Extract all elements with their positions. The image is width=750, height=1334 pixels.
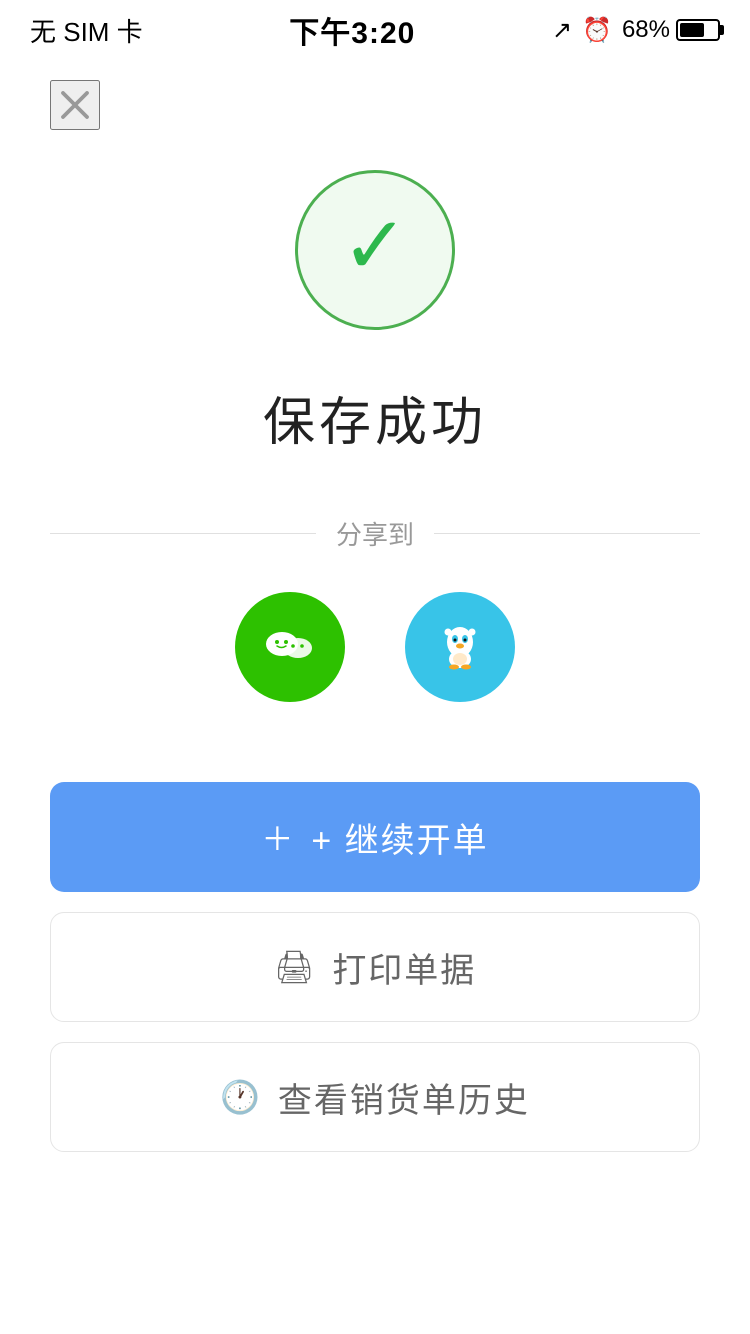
qq-share-button[interactable] xyxy=(405,592,515,702)
share-divider: 分享到 xyxy=(50,515,700,552)
location-icon: ↗ xyxy=(552,16,572,45)
print-button[interactable]: 🖨 打印单据 xyxy=(50,912,700,1022)
plus-icon: ＋ xyxy=(261,814,295,860)
wechat-icon xyxy=(259,616,321,678)
success-icon-circle: ✓ xyxy=(295,170,455,330)
battery-percent: 68% xyxy=(622,16,670,44)
qq-icon xyxy=(429,616,491,678)
alarm-icon: ⏰ xyxy=(582,16,612,45)
divider-right xyxy=(434,533,700,534)
continue-order-button[interactable]: ＋ + 继续开单 xyxy=(50,782,700,892)
history-button[interactable]: 🕐 查看销货单历史 xyxy=(50,1042,700,1152)
main-content: ✓ 保存成功 分享到 xyxy=(0,60,750,1152)
status-bar: 无 SIM 卡 下午3:20 ↗ ⏰ 68% xyxy=(0,0,750,60)
status-right: ↗ ⏰ 68% xyxy=(552,16,720,45)
checkmark-icon: ✓ xyxy=(341,206,408,286)
battery: 68% xyxy=(622,16,720,44)
print-icon: 🖨 xyxy=(274,948,317,986)
share-label: 分享到 xyxy=(336,515,414,552)
divider-left xyxy=(50,533,316,534)
close-button[interactable] xyxy=(50,80,100,130)
action-buttons: ＋ + 继续开单 🖨 打印单据 🕐 查看销货单历史 xyxy=(50,782,700,1152)
print-label: 打印单据 xyxy=(332,943,476,992)
status-time: 下午3:20 xyxy=(289,8,415,52)
clock-icon: 🕐 xyxy=(220,1078,262,1116)
battery-icon xyxy=(676,19,720,41)
status-left: 无 SIM 卡 xyxy=(30,12,153,49)
success-title: 保存成功 xyxy=(263,380,487,455)
history-label: 查看销货单历史 xyxy=(278,1073,530,1122)
share-icons-row xyxy=(235,592,515,702)
carrier-label: 无 SIM 卡 xyxy=(30,12,143,49)
wechat-share-button[interactable] xyxy=(235,592,345,702)
continue-order-label: + 继续开单 xyxy=(311,813,488,862)
